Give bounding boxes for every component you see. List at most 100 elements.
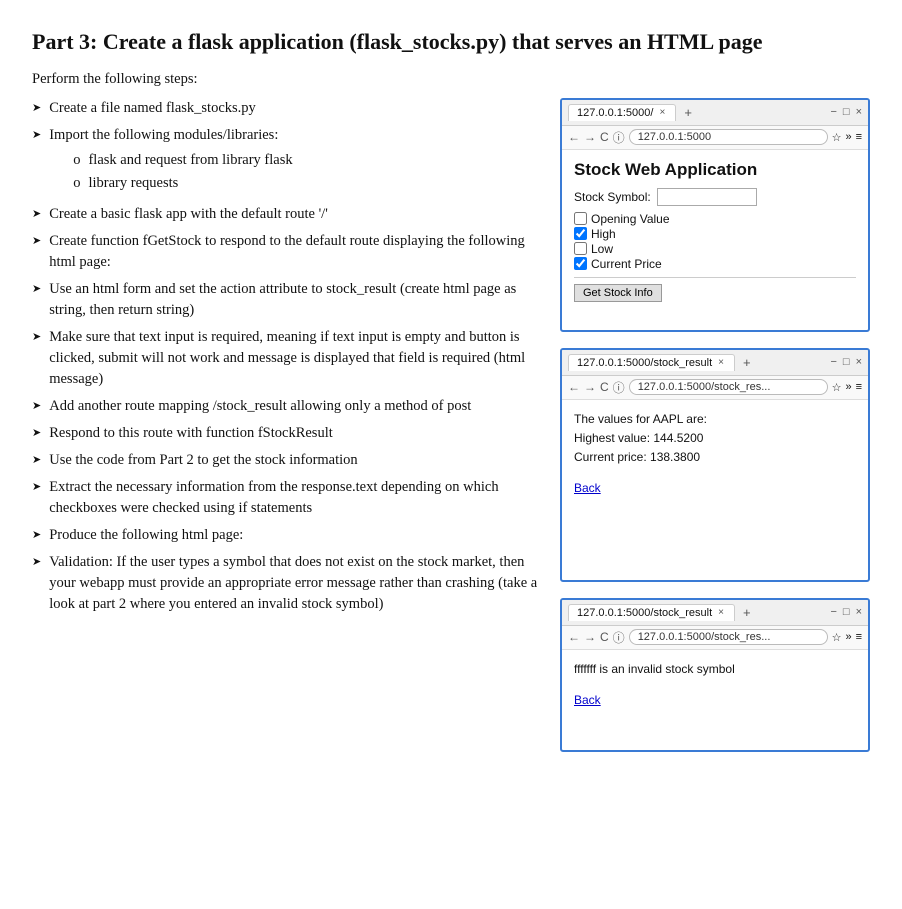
address-box-3[interactable]: 127.0.0.1:5000/stock_res...: [629, 629, 828, 645]
star-icon-2[interactable]: ☆: [832, 381, 842, 394]
list-item: Make sure that text input is required, m…: [32, 327, 540, 390]
substeps-list: flask and request from library flask lib…: [73, 150, 540, 194]
address-box-1[interactable]: 127.0.0.1:5000: [629, 129, 828, 145]
chevron-icon-3[interactable]: »: [845, 631, 851, 643]
tab-label-2: 127.0.0.1:5000/stock_result: [577, 357, 712, 369]
browser-tab-3[interactable]: 127.0.0.1:5000/stock_result ×: [568, 604, 735, 621]
stock-symbol-row: Stock Symbol:: [574, 188, 856, 206]
checkbox-opening-input[interactable]: [574, 212, 587, 225]
checkbox-current-price[interactable]: Current Price: [574, 257, 856, 271]
left-column: Create a file named flask_stocks.py Impo…: [32, 98, 540, 621]
tab-plus-3[interactable]: +: [739, 605, 755, 620]
win-max-3[interactable]: □: [843, 606, 850, 618]
checkbox-high-label: High: [591, 227, 616, 241]
browser-content-2: The values for AAPL are: Highest value: …: [562, 400, 868, 580]
steps-list: Create a file named flask_stocks.py Impo…: [32, 98, 540, 615]
tab-close-1[interactable]: ×: [659, 107, 665, 118]
browser-window-2: 127.0.0.1:5000/stock_result × + − □ × ← …: [560, 348, 870, 582]
menu-icon-1[interactable]: ≡: [856, 131, 862, 143]
tab-plus-1[interactable]: +: [680, 105, 696, 120]
win-controls-3: − □ ×: [830, 606, 862, 618]
tab-close-2[interactable]: ×: [718, 357, 724, 368]
browser-tab-1[interactable]: 127.0.0.1:5000/ ×: [568, 104, 676, 121]
stock-symbol-label: Stock Symbol:: [574, 190, 651, 204]
intro-text: Perform the following steps:: [32, 71, 870, 88]
nav-fwd-3[interactable]: →: [584, 630, 596, 644]
win-controls-1: − □ ×: [830, 106, 862, 118]
stock-symbol-input[interactable]: [657, 188, 757, 206]
back-link-3[interactable]: Back: [574, 693, 601, 707]
win-controls-2: − □ ×: [830, 356, 862, 368]
checkbox-low-input[interactable]: [574, 242, 587, 255]
list-item: Use an html form and set the action attr…: [32, 279, 540, 321]
list-item: Create function fGetStock to respond to …: [32, 231, 540, 273]
menu-icon-2[interactable]: ≡: [856, 381, 862, 393]
nav-back-2[interactable]: ←: [568, 380, 580, 394]
checkbox-current-price-input[interactable]: [574, 257, 587, 270]
list-item: library requests: [73, 173, 540, 194]
chevron-icon-1[interactable]: »: [845, 131, 851, 143]
win-max-2[interactable]: □: [843, 356, 850, 368]
tab-plus-2[interactable]: +: [739, 355, 755, 370]
browser-addressbar-3: ← → C ⓘ 127.0.0.1:5000/stock_res... ☆ » …: [562, 626, 868, 650]
nav-info-3: ⓘ: [613, 629, 625, 646]
nav-back-1[interactable]: ←: [568, 130, 580, 144]
checkbox-group: Opening Value High Low Current Price: [574, 212, 856, 271]
result-line-2: Highest value: 144.5200: [574, 429, 856, 448]
checkbox-high[interactable]: High: [574, 227, 856, 241]
browser-tab-2[interactable]: 127.0.0.1:5000/stock_result ×: [568, 354, 735, 371]
win-close-1[interactable]: ×: [856, 106, 862, 118]
list-item: Use the code from Part 2 to get the stoc…: [32, 450, 540, 471]
win-min-1[interactable]: −: [830, 106, 836, 118]
win-max-1[interactable]: □: [843, 106, 850, 118]
star-icon-1[interactable]: ☆: [832, 131, 842, 144]
list-item: Create a file named flask_stocks.py: [32, 98, 540, 119]
chevron-icon-2[interactable]: »: [845, 381, 851, 393]
browser-titlebar-1: 127.0.0.1:5000/ × + − □ ×: [562, 100, 868, 126]
checkbox-opening-label: Opening Value: [591, 212, 670, 226]
checkbox-low-label: Low: [591, 242, 613, 256]
win-close-3[interactable]: ×: [856, 606, 862, 618]
checkbox-high-input[interactable]: [574, 227, 587, 240]
stock-app-title: Stock Web Application: [574, 160, 856, 180]
list-item: Add another route mapping /stock_result …: [32, 396, 540, 417]
browser-addressbar-1: ← → C ⓘ 127.0.0.1:5000 ☆ » ≡: [562, 126, 868, 150]
win-min-2[interactable]: −: [830, 356, 836, 368]
list-item: flask and request from library flask: [73, 150, 540, 171]
result-text: The values for AAPL are: Highest value: …: [574, 410, 856, 468]
checkbox-low[interactable]: Low: [574, 242, 856, 256]
right-column: 127.0.0.1:5000/ × + − □ × ← → C ⓘ 127.0.…: [560, 98, 870, 752]
back-link-2[interactable]: Back: [574, 481, 601, 495]
checkbox-opening-value[interactable]: Opening Value: [574, 212, 856, 226]
nav-info-2: ⓘ: [613, 379, 625, 396]
nav-refresh-2[interactable]: C: [600, 380, 609, 394]
nav-refresh-3[interactable]: C: [600, 630, 609, 644]
browser-content-3: fffffff is an invalid stock symbol Back: [562, 650, 868, 750]
menu-icon-3[interactable]: ≡: [856, 631, 862, 643]
main-layout: Create a file named flask_stocks.py Impo…: [32, 98, 870, 752]
browser-titlebar-2: 127.0.0.1:5000/stock_result × + − □ ×: [562, 350, 868, 376]
list-item: Validation: If the user types a symbol t…: [32, 552, 540, 615]
list-item: Import the following modules/libraries: …: [32, 125, 540, 198]
tab-close-3[interactable]: ×: [718, 607, 724, 618]
checkbox-current-price-label: Current Price: [591, 257, 662, 271]
browser-addressbar-2: ← → C ⓘ 127.0.0.1:5000/stock_res... ☆ » …: [562, 376, 868, 400]
browser-window-3: 127.0.0.1:5000/stock_result × + − □ × ← …: [560, 598, 870, 752]
nav-fwd-2[interactable]: →: [584, 380, 596, 394]
nav-refresh-1[interactable]: C: [600, 130, 609, 144]
list-item: Respond to this route with function fSto…: [32, 423, 540, 444]
nav-info-1: ⓘ: [613, 129, 625, 146]
result-line-3: Current price: 138.3800: [574, 448, 856, 467]
star-icon-3[interactable]: ☆: [832, 631, 842, 644]
address-box-2[interactable]: 127.0.0.1:5000/stock_res...: [629, 379, 828, 395]
list-item: Produce the following html page:: [32, 525, 540, 546]
list-item: Create a basic flask app with the defaul…: [32, 204, 540, 225]
win-min-3[interactable]: −: [830, 606, 836, 618]
error-text: fffffff is an invalid stock symbol: [574, 660, 856, 679]
nav-fwd-1[interactable]: →: [584, 130, 596, 144]
get-stock-button[interactable]: Get Stock Info: [574, 284, 662, 302]
browser-window-1: 127.0.0.1:5000/ × + − □ × ← → C ⓘ 127.0.…: [560, 98, 870, 332]
tab-label-3: 127.0.0.1:5000/stock_result: [577, 607, 712, 619]
nav-back-3[interactable]: ←: [568, 630, 580, 644]
win-close-2[interactable]: ×: [856, 356, 862, 368]
